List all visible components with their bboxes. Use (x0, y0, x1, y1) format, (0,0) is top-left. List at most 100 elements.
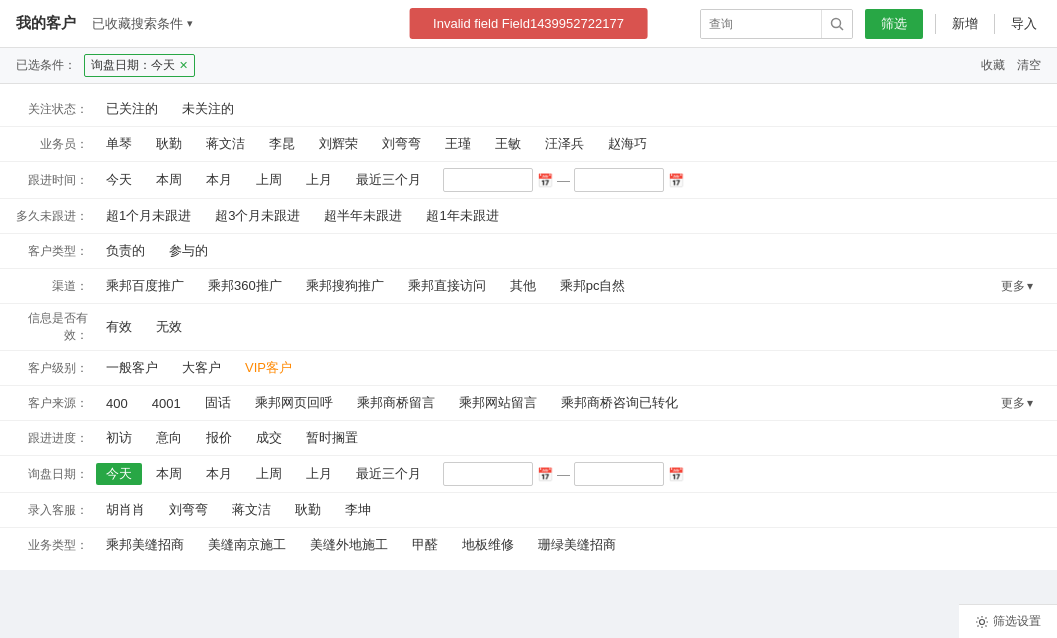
more-options-button[interactable]: 更多 ▾ (1001, 278, 1041, 295)
save-filter-btn[interactable]: 收藏 (981, 57, 1005, 74)
option-item[interactable]: 蒋文洁 (196, 133, 255, 155)
option-item[interactable]: 乘邦360推广 (198, 275, 292, 297)
option-item[interactable]: 上月 (296, 169, 342, 191)
option-item[interactable]: 本月 (196, 463, 242, 485)
option-item[interactable]: 赵海巧 (598, 133, 657, 155)
option-item[interactable]: 刘弯弯 (159, 499, 218, 521)
option-item[interactable]: 王敏 (485, 133, 531, 155)
option-item[interactable]: 胡肖肖 (96, 499, 155, 521)
row-label: 跟进进度： (16, 430, 96, 447)
option-item[interactable]: 上周 (246, 169, 292, 191)
search-button[interactable] (821, 10, 852, 38)
option-item[interactable]: 单琴 (96, 133, 142, 155)
option-item[interactable]: 甲醛 (402, 534, 448, 556)
option-item[interactable]: 乘邦商桥留言 (347, 392, 445, 414)
row-options: 今天本周本月上周上月最近三个月📅—📅 (96, 462, 1041, 486)
option-item[interactable]: 有效 (96, 316, 142, 338)
date-from-input[interactable] (443, 168, 533, 192)
filter-button[interactable]: 筛选 (865, 9, 923, 39)
import-button[interactable]: 导入 (1007, 15, 1041, 33)
option-item[interactable]: 报价 (196, 427, 242, 449)
option-item[interactable]: 最近三个月 (346, 463, 431, 485)
calendar-icon-end[interactable]: 📅 (668, 173, 684, 188)
option-item[interactable]: 参与的 (159, 240, 218, 262)
option-item[interactable]: 负责的 (96, 240, 155, 262)
option-item[interactable]: 固话 (195, 392, 241, 414)
date-from-input[interactable] (443, 462, 533, 486)
option-item[interactable]: 无效 (146, 316, 192, 338)
row-options: 胡肖肖刘弯弯蒋文洁耿勤李坤 (96, 499, 1041, 521)
option-item[interactable]: 李昆 (259, 133, 305, 155)
option-item[interactable]: 本月 (196, 169, 242, 191)
date-to-input[interactable] (574, 462, 664, 486)
date-to-input[interactable] (574, 168, 664, 192)
more-options-button[interactable]: 更多 ▾ (1001, 395, 1041, 412)
calendar-icon[interactable]: 📅 (537, 467, 553, 482)
option-item[interactable]: 超1个月未跟进 (96, 205, 201, 227)
option-item[interactable]: 乘邦商桥咨询已转化 (551, 392, 688, 414)
option-item[interactable]: 已关注的 (96, 98, 168, 120)
calendar-icon-end[interactable]: 📅 (668, 467, 684, 482)
option-item[interactable]: 成交 (246, 427, 292, 449)
option-item[interactable]: 一般客户 (96, 357, 168, 379)
search-icon (830, 17, 844, 31)
option-item[interactable]: 上周 (246, 463, 292, 485)
add-button[interactable]: 新增 (948, 15, 982, 33)
option-item[interactable]: 耿勤 (285, 499, 331, 521)
chevron-down-icon: ▾ (187, 17, 193, 30)
option-item[interactable]: 超1年未跟进 (416, 205, 508, 227)
option-item[interactable]: 珊绿美缝招商 (528, 534, 626, 556)
option-item[interactable]: 王瑾 (435, 133, 481, 155)
search-input[interactable] (701, 10, 821, 38)
option-item[interactable]: 美缝外地施工 (300, 534, 398, 556)
option-item[interactable]: 上月 (296, 463, 342, 485)
option-item[interactable]: 地板维修 (452, 534, 524, 556)
option-item[interactable]: 暂时搁置 (296, 427, 368, 449)
option-item[interactable]: 本周 (146, 463, 192, 485)
option-item[interactable]: 其他 (500, 275, 546, 297)
option-item[interactable]: 意向 (146, 427, 192, 449)
option-item[interactable]: 乘邦百度推广 (96, 275, 194, 297)
divider (935, 14, 936, 34)
filter-row: 业务员：单琴耿勤蒋文洁李昆刘辉荣刘弯弯王瑾王敏汪泽兵赵海巧 (0, 127, 1057, 162)
option-item[interactable]: 刘辉荣 (309, 133, 368, 155)
tag-text: 询盘日期：今天 (91, 57, 175, 74)
row-label: 关注状态： (16, 101, 96, 118)
row-label: 跟进时间： (16, 172, 96, 189)
option-item[interactable]: 今天 (96, 169, 142, 191)
option-item[interactable]: 未关注的 (172, 98, 244, 120)
option-item[interactable]: 400 (96, 394, 138, 413)
option-item[interactable]: 刘弯弯 (372, 133, 431, 155)
option-item[interactable]: 汪泽兵 (535, 133, 594, 155)
saved-search-dropdown[interactable]: 已收藏搜索条件 ▾ (92, 15, 193, 33)
option-item[interactable]: 本周 (146, 169, 192, 191)
option-item[interactable]: 耿勤 (146, 133, 192, 155)
option-item[interactable]: 乘邦直接访问 (398, 275, 496, 297)
option-item[interactable]: 4001 (142, 394, 191, 413)
close-icon[interactable]: ✕ (179, 59, 188, 72)
calendar-icon[interactable]: 📅 (537, 173, 553, 188)
clear-filter-btn[interactable]: 清空 (1017, 57, 1041, 74)
option-item[interactable]: 今天 (96, 463, 142, 485)
option-item[interactable]: 美缝南京施工 (198, 534, 296, 556)
active-filter-tag[interactable]: 询盘日期：今天 ✕ (84, 54, 195, 77)
row-options: 单琴耿勤蒋文洁李昆刘辉荣刘弯弯王瑾王敏汪泽兵赵海巧 (96, 133, 1041, 155)
filter-row: 询盘日期：今天本周本月上周上月最近三个月📅—📅 (0, 456, 1057, 493)
option-item[interactable]: 蒋文洁 (222, 499, 281, 521)
date-range-dash: — (557, 173, 570, 188)
footer-settings[interactable]: 筛选设置 (959, 604, 1057, 638)
row-options: 初访意向报价成交暂时搁置 (96, 427, 1041, 449)
option-item[interactable]: VIP客户 (235, 357, 302, 379)
row-label: 客户级别： (16, 360, 96, 377)
option-item[interactable]: 超半年未跟进 (314, 205, 412, 227)
option-item[interactable]: 李坤 (335, 499, 381, 521)
option-item[interactable]: 乘邦美缝招商 (96, 534, 194, 556)
option-item[interactable]: 大客户 (172, 357, 231, 379)
option-item[interactable]: 超3个月未跟进 (205, 205, 310, 227)
option-item[interactable]: 最近三个月 (346, 169, 431, 191)
option-item[interactable]: 初访 (96, 427, 142, 449)
option-item[interactable]: 乘邦搜狗推广 (296, 275, 394, 297)
option-item[interactable]: 乘邦pc自然 (550, 275, 636, 297)
option-item[interactable]: 乘邦网站留言 (449, 392, 547, 414)
option-item[interactable]: 乘邦网页回呼 (245, 392, 343, 414)
